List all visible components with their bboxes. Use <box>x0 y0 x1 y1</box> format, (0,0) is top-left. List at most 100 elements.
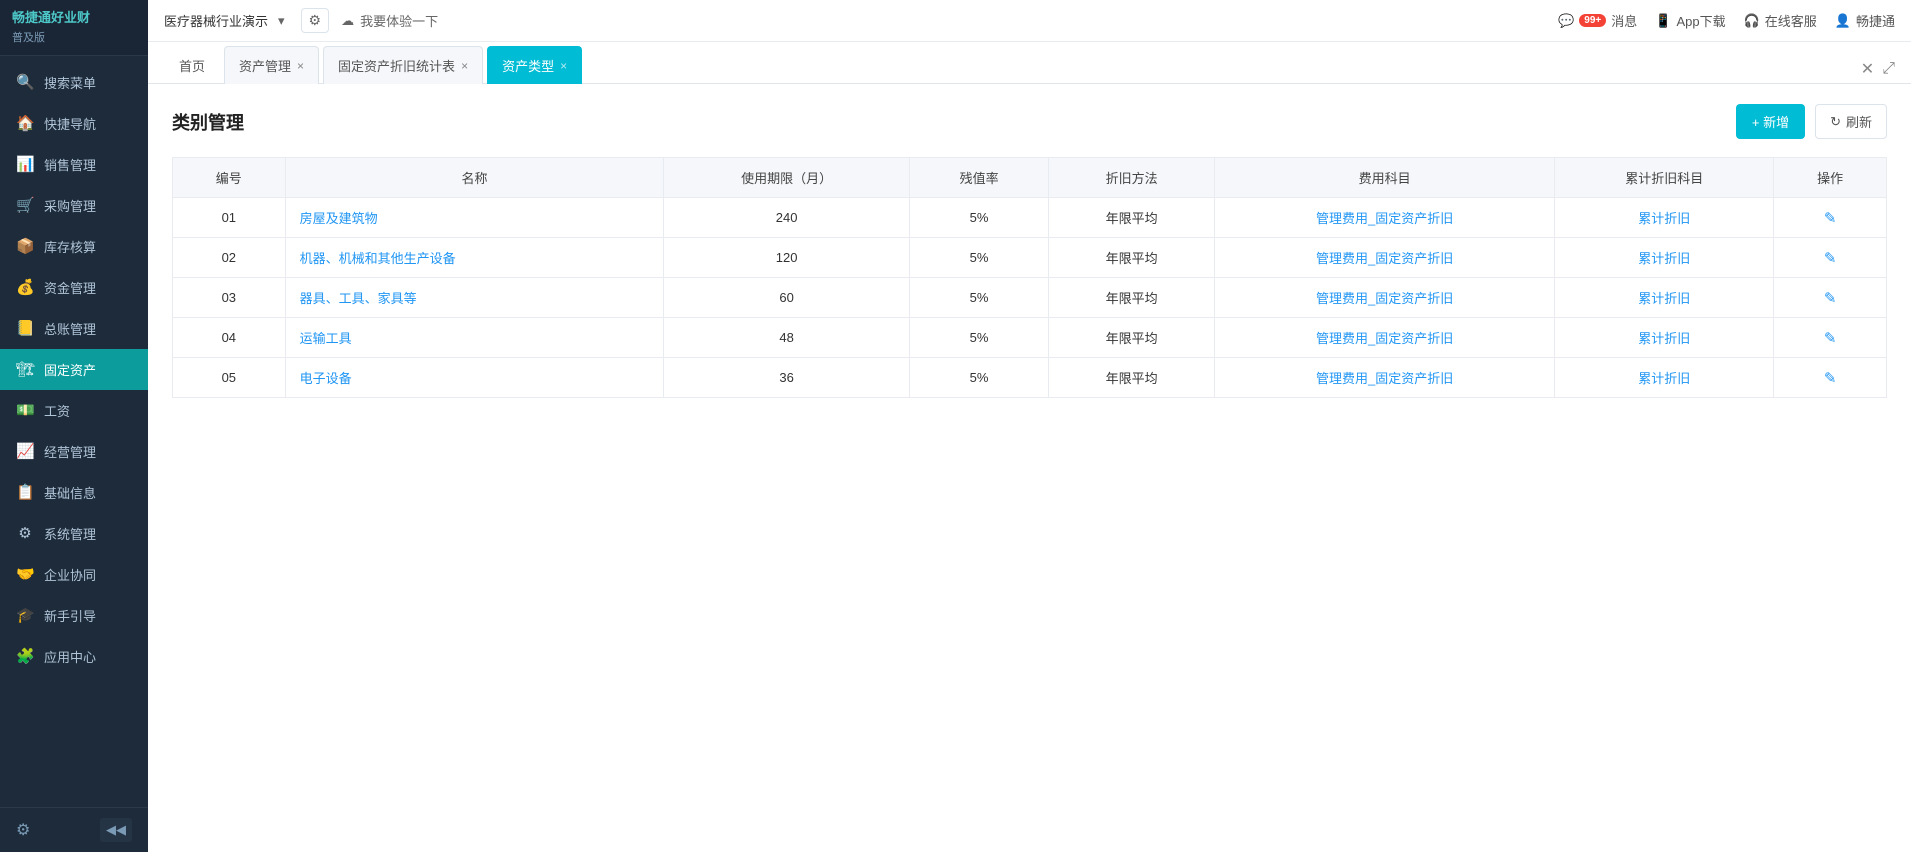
edit-icon-0[interactable]: ✎ <box>1824 210 1837 227</box>
sidebar-item-coop[interactable]: 🤝企业协同 <box>0 554 148 595</box>
sidebar-item-salary[interactable]: 💵工资 <box>0 390 148 431</box>
nav-icon-operations: 📈 <box>16 442 34 460</box>
sidebar-collapse-btn[interactable]: ◀◀ <box>100 818 132 842</box>
tab-close-asset_mgmt[interactable]: × <box>297 60 304 72</box>
topbar-label-account: 畅捷通 <box>1856 11 1895 30</box>
edit-icon-3[interactable]: ✎ <box>1824 330 1837 347</box>
cell-r4-c3: 5% <box>909 358 1048 398</box>
nav-icon-search: 🔍 <box>16 73 34 91</box>
cell-r3-c5: 管理费用_固定资产折旧 <box>1215 318 1555 358</box>
sidebar-item-base_info[interactable]: 📋基础信息 <box>0 472 148 513</box>
nav-label-app_center: 应用中心 <box>44 647 96 666</box>
cell-r2-c6: 累计折旧 <box>1555 278 1774 318</box>
col-header-名称: 名称 <box>285 158 664 198</box>
topbar-item-account[interactable]: 👤畅捷通 <box>1835 11 1895 30</box>
nav-label-purchase: 采购管理 <box>44 196 96 215</box>
nav-label-sys_mgmt: 系统管理 <box>44 524 96 543</box>
cell-r2-c1: 器具、工具、家具等 <box>285 278 664 318</box>
cell-r4-c2: 36 <box>664 358 910 398</box>
sidebar-item-guide[interactable]: 🎓新手引导 <box>0 595 148 636</box>
tab-label-asset_type: 资产类型 <box>502 56 554 75</box>
settings-icon[interactable]: ⚙ <box>16 820 30 840</box>
page-title: 类别管理 <box>172 109 244 135</box>
sidebar-item-ledger[interactable]: 📒总账管理 <box>0 308 148 349</box>
sidebar-item-inventory[interactable]: 📦库存核算 <box>0 226 148 267</box>
close-window-btn[interactable]: ✕ <box>1861 59 1874 79</box>
experience-label: 我要体验一下 <box>360 11 438 30</box>
refresh-icon: ↻ <box>1830 114 1841 130</box>
edit-icon-4[interactable]: ✎ <box>1824 370 1837 387</box>
cell-r3-c1: 运输工具 <box>285 318 664 358</box>
edit-btn-0[interactable]: ✎ <box>1774 198 1887 238</box>
cell-r3-c2: 48 <box>664 318 910 358</box>
nav-label-inventory: 库存核算 <box>44 237 96 256</box>
topbar-title-text: 医疗器械行业演示 <box>164 11 268 30</box>
col-header-使用期限（月）: 使用期限（月） <box>664 158 910 198</box>
nav-icon-sales: 📊 <box>16 155 34 173</box>
sidebar-nav: 🔍搜索菜单🏠快捷导航📊销售管理🛒采购管理📦库存核算💰资金管理📒总账管理🏗固定资产… <box>0 56 148 807</box>
sidebar-item-search[interactable]: 🔍搜索菜单 <box>0 62 148 103</box>
sidebar-item-sales[interactable]: 📊销售管理 <box>0 144 148 185</box>
sidebar-item-purchase[interactable]: 🛒采购管理 <box>0 185 148 226</box>
cell-r4-c0: 05 <box>173 358 286 398</box>
cell-r0-c3: 5% <box>909 198 1048 238</box>
maximize-window-btn[interactable]: ⤢ <box>1882 60 1895 78</box>
table-row: 05电子设备365%年限平均管理费用_固定资产折旧累计折旧✎ <box>173 358 1887 398</box>
tab-home[interactable]: 首页 <box>164 46 220 84</box>
col-header-累计折旧科目: 累计折旧科目 <box>1555 158 1774 198</box>
new-button[interactable]: + 新增 <box>1736 104 1805 139</box>
cell-r2-c5: 管理费用_固定资产折旧 <box>1215 278 1555 318</box>
sidebar-item-app_center[interactable]: 🧩应用中心 <box>0 636 148 677</box>
edit-btn-2[interactable]: ✎ <box>1774 278 1887 318</box>
refresh-label: 刷新 <box>1846 112 1872 131</box>
cell-r0-c5: 管理费用_固定资产折旧 <box>1215 198 1555 238</box>
sidebar-header: 畅捷通好业财 普及版 <box>0 0 148 56</box>
sidebar: 畅捷通好业财 普及版 🔍搜索菜单🏠快捷导航📊销售管理🛒采购管理📦库存核算💰资金管… <box>0 0 148 852</box>
edit-icon-1[interactable]: ✎ <box>1824 250 1837 267</box>
sidebar-item-fixed_assets[interactable]: 🏗固定资产 <box>0 349 148 390</box>
tab-depreciation_stat[interactable]: 固定资产折旧统计表 × <box>323 46 483 84</box>
topbar-item-app_download[interactable]: 📱App下载 <box>1655 11 1725 30</box>
nav-icon-sys_mgmt: ⚙ <box>16 524 34 542</box>
tab-close-depreciation_stat[interactable]: × <box>461 60 468 72</box>
sidebar-item-capital[interactable]: 💰资金管理 <box>0 267 148 308</box>
nav-icon-fixed_assets: 🏗 <box>16 360 34 378</box>
cell-r0-c6: 累计折旧 <box>1555 198 1774 238</box>
tab-label-depreciation_stat: 固定资产折旧统计表 <box>338 56 455 75</box>
app-edition: 普及版 <box>12 29 90 45</box>
cell-r3-c6: 累计折旧 <box>1555 318 1774 358</box>
edit-btn-3[interactable]: ✎ <box>1774 318 1887 358</box>
nav-label-ledger: 总账管理 <box>44 319 96 338</box>
cell-r2-c0: 03 <box>173 278 286 318</box>
topbar-item-message[interactable]: 💬99+消息 <box>1558 11 1637 30</box>
tab-asset_mgmt[interactable]: 资产管理 × <box>224 46 319 84</box>
tab-label-home: 首页 <box>179 56 205 75</box>
topbar-label-online_service: 在线客服 <box>1765 11 1817 30</box>
topbar-item-online_service[interactable]: 🎧在线客服 <box>1744 11 1817 30</box>
topbar-experience[interactable]: ☁ 我要体验一下 <box>341 11 438 30</box>
sidebar-item-sys_mgmt[interactable]: ⚙ 系统管理 <box>0 513 148 554</box>
cell-r4-c4: 年限平均 <box>1049 358 1215 398</box>
refresh-button[interactable]: ↻ 刷新 <box>1815 104 1887 139</box>
edit-btn-4[interactable]: ✎ <box>1774 358 1887 398</box>
cell-r3-c0: 04 <box>173 318 286 358</box>
nav-icon-quick_nav: 🏠 <box>16 114 34 132</box>
sidebar-item-operations[interactable]: 📈经营管理 <box>0 431 148 472</box>
cell-r0-c4: 年限平均 <box>1049 198 1215 238</box>
cell-r1-c3: 5% <box>909 238 1048 278</box>
cell-r2-c3: 5% <box>909 278 1048 318</box>
topbar-dropdown-btn[interactable]: ▾ <box>274 11 289 31</box>
tab-asset_type[interactable]: 资产类型 × <box>487 46 582 84</box>
cell-r2-c2: 60 <box>664 278 910 318</box>
cell-r0-c0: 01 <box>173 198 286 238</box>
topbar-icon-message: 💬 <box>1558 13 1574 29</box>
edit-btn-1[interactable]: ✎ <box>1774 238 1887 278</box>
nav-label-salary: 工资 <box>44 401 70 420</box>
nav-icon-base_info: 📋 <box>16 483 34 501</box>
tab-close-asset_type[interactable]: × <box>560 60 567 72</box>
app-logo: 畅捷通好业财 <box>12 10 90 27</box>
cell-r0-c2: 240 <box>664 198 910 238</box>
topbar-settings-btn[interactable]: ⚙ <box>301 8 330 33</box>
edit-icon-2[interactable]: ✎ <box>1824 290 1837 307</box>
sidebar-item-quick_nav[interactable]: 🏠快捷导航 <box>0 103 148 144</box>
